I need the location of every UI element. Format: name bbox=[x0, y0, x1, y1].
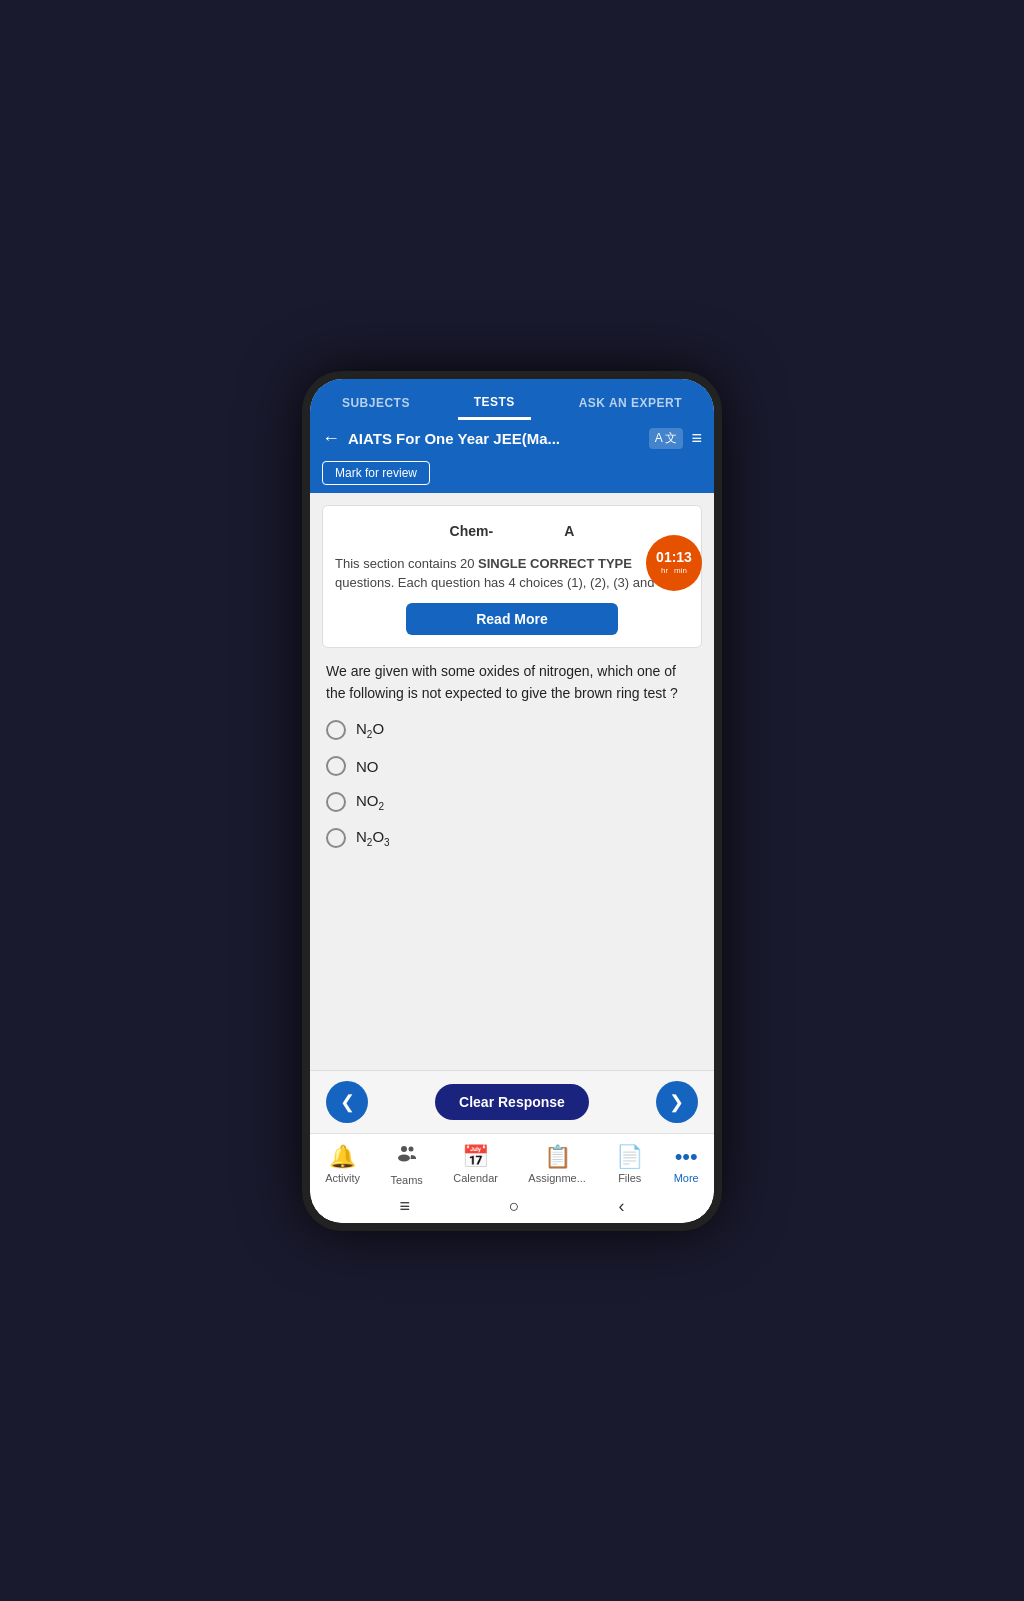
nav-item-teams[interactable]: Teams bbox=[390, 1142, 422, 1186]
nav-item-assignments[interactable]: 📋 Assignme... bbox=[528, 1144, 585, 1184]
menu-icon[interactable]: ≡ bbox=[691, 428, 702, 449]
timer-label: hr min bbox=[661, 566, 687, 575]
files-icon: 📄 bbox=[616, 1144, 643, 1170]
radio-option-4[interactable] bbox=[326, 828, 346, 848]
question-text: We are given with some oxides of nitroge… bbox=[322, 660, 702, 705]
read-more-button[interactable]: Read More bbox=[406, 603, 618, 635]
svg-point-2 bbox=[398, 1154, 410, 1161]
phone-screen: SUBJECTS TESTS ASK AN EXPERT ← AIATS For… bbox=[310, 379, 714, 1223]
option-4[interactable]: N2O3 bbox=[326, 828, 698, 848]
system-home-button[interactable]: ○ bbox=[509, 1196, 520, 1217]
system-menu-button[interactable]: ≡ bbox=[399, 1196, 410, 1217]
option-1[interactable]: N2O bbox=[326, 720, 698, 740]
timer-badge: 01:13 hr min bbox=[646, 535, 702, 591]
teams-icon bbox=[395, 1142, 419, 1172]
tab-ask-expert[interactable]: ASK AN EXPERT bbox=[563, 388, 698, 418]
phone-frame: SUBJECTS TESTS ASK AN EXPERT ← AIATS For… bbox=[302, 371, 722, 1231]
option-3[interactable]: NO2 bbox=[326, 792, 698, 812]
clear-response-button[interactable]: Clear Response bbox=[435, 1084, 589, 1120]
system-back-button[interactable]: ‹ bbox=[619, 1196, 625, 1217]
page-title: AIATS For One Year JEE(Ma... bbox=[348, 430, 641, 447]
tab-tests[interactable]: TESTS bbox=[458, 387, 531, 420]
options-list: N2O NO NO2 N2O3 bbox=[322, 720, 702, 848]
timer-time: 01:13 bbox=[656, 550, 692, 565]
section-title: Chem- A bbox=[335, 518, 689, 546]
prev-question-button[interactable]: ❮ bbox=[326, 1081, 368, 1123]
app-header: ← AIATS For One Year JEE(Ma... A 文 ≡ bbox=[310, 420, 714, 457]
nav-item-calendar[interactable]: 📅 Calendar bbox=[453, 1144, 498, 1184]
section-description: This section contains 20 SINGLE CORRECT … bbox=[335, 554, 689, 593]
svg-point-0 bbox=[401, 1146, 407, 1152]
assignments-label: Assignme... bbox=[528, 1172, 585, 1184]
radio-option-3[interactable] bbox=[326, 792, 346, 812]
more-label: More bbox=[674, 1172, 699, 1184]
activity-icon: 🔔 bbox=[329, 1144, 356, 1170]
mark-review-button[interactable]: Mark for review bbox=[322, 461, 430, 485]
teams-label: Teams bbox=[390, 1174, 422, 1186]
tab-subjects[interactable]: SUBJECTS bbox=[326, 388, 426, 418]
nav-item-activity[interactable]: 🔔 Activity bbox=[325, 1144, 360, 1184]
assignments-icon: 📋 bbox=[544, 1144, 571, 1170]
svg-point-1 bbox=[408, 1146, 413, 1151]
back-button[interactable]: ← bbox=[322, 428, 340, 449]
system-nav-bar: ≡ ○ ‹ bbox=[310, 1190, 714, 1223]
option-2[interactable]: NO bbox=[326, 756, 698, 776]
more-icon: ••• bbox=[675, 1144, 698, 1170]
calendar-icon: 📅 bbox=[462, 1144, 489, 1170]
calendar-label: Calendar bbox=[453, 1172, 498, 1184]
option-4-label: N2O3 bbox=[356, 828, 390, 848]
nav-item-more[interactable]: ••• More bbox=[674, 1144, 699, 1184]
radio-option-1[interactable] bbox=[326, 720, 346, 740]
nav-item-files[interactable]: 📄 Files bbox=[616, 1144, 643, 1184]
mark-review-bar: Mark for review 01:13 hr min bbox=[310, 457, 714, 493]
files-label: Files bbox=[618, 1172, 641, 1184]
option-2-label: NO bbox=[356, 758, 379, 775]
language-badge[interactable]: A 文 bbox=[649, 428, 684, 449]
option-3-label: NO2 bbox=[356, 792, 384, 812]
section-info-card: Chem- A This section contains 20 SINGLE … bbox=[322, 505, 702, 648]
top-nav: SUBJECTS TESTS ASK AN EXPERT bbox=[310, 379, 714, 420]
activity-label: Activity bbox=[325, 1172, 360, 1184]
redacted-block bbox=[499, 518, 559, 546]
bottom-action-bar: ❮ Clear Response ❯ bbox=[310, 1070, 714, 1133]
next-question-button[interactable]: ❯ bbox=[656, 1081, 698, 1123]
option-1-label: N2O bbox=[356, 720, 384, 740]
radio-option-2[interactable] bbox=[326, 756, 346, 776]
bottom-nav: 🔔 Activity Teams 📅 Calendar bbox=[310, 1133, 714, 1190]
